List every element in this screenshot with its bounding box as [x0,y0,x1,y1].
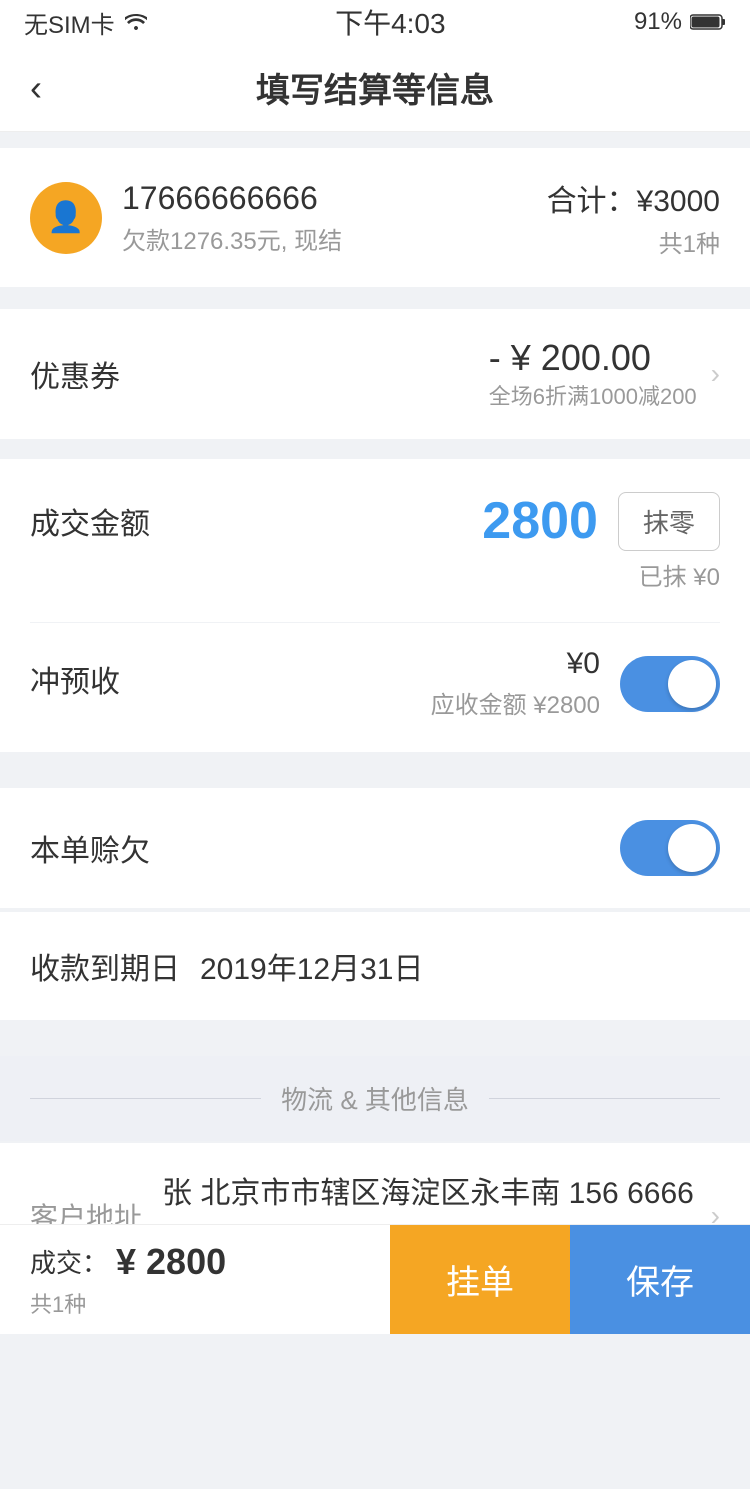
user-left: 👤 17666666666 欠款1276.35元, 现结 [30,180,342,256]
amount-row: 成交金额 2800 抹零 [30,491,720,551]
footer: 成交： ¥ 2800 共1种 挂单 保存 [0,1224,750,1334]
debt-toggle-circle [668,824,716,872]
user-section: 👤 17666666666 欠款1276.35元, 现结 合计：¥3000 共1… [0,148,750,287]
prepay-amount: ¥0 [431,647,600,681]
rounded-info: 已抹 ¥0 [30,557,720,592]
amount-value: 2800 [482,491,598,551]
page-title: 填写结算等信息 [256,63,494,112]
footer-amount-row: 成交： ¥ 2800 [30,1241,360,1283]
logistics-divider: 物流 & 其他信息 [0,1056,750,1141]
footer-count: 共1种 [30,1287,360,1319]
coupon-right: - ¥ 200.00 全场6折满1000减200 › [489,337,720,411]
divider-5 [0,1020,750,1040]
divider-1 [0,287,750,307]
debt-label: 本单赊欠 [30,826,150,870]
user-right: 合计：¥3000 共1种 [547,176,720,259]
nav-bar: ‹ 填写结算等信息 [0,44,750,132]
back-button[interactable]: ‹ [30,67,42,109]
due-date-section: 收款到期日 2019年12月31日 [0,912,750,1020]
divider-4 [0,908,750,910]
logistics-label: 物流 & 其他信息 [281,1080,469,1117]
prepay-row: 冲预收 ¥0 应收金额 ¥2800 [30,622,720,720]
user-info: 17666666666 欠款1276.35元, 现结 [122,180,342,256]
footer-info: 成交： ¥ 2800 共1种 [0,1225,390,1334]
prepay-values: ¥0 应收金额 ¥2800 [431,647,600,720]
total-count: 共1种 [547,224,720,259]
due-label: 收款到期日 [30,944,180,988]
divider-2 [0,439,750,459]
user-debt: 欠款1276.35元, 现结 [122,221,342,256]
coupon-label: 优惠券 [30,352,120,396]
amount-section: 成交金额 2800 抹零 已抹 ¥0 冲预收 ¥0 应收金额 ¥2800 [0,459,750,752]
divider-3 [0,752,750,772]
status-left: 无SIM卡 [24,5,147,40]
prepay-label: 冲预收 [30,647,120,701]
divider-line-left [30,1098,261,1099]
coupon-description: 全场6折满1000减200 [489,379,697,411]
round-button[interactable]: 抹零 [618,492,720,551]
coupon-section[interactable]: 优惠券 - ¥ 200.00 全场6折满1000减200 › [0,309,750,439]
footer-value: ¥ 2800 [116,1241,226,1283]
battery-icon [690,13,726,31]
divider-line-right [489,1098,720,1099]
status-bar: 无SIM卡 下午4:03 91% [0,0,750,44]
coupon-discount: - ¥ 200.00 [489,337,697,379]
due-row: 收款到期日 2019年12月31日 [30,944,720,988]
status-right: 91% [634,8,726,36]
debt-toggle[interactable] [620,820,720,876]
avatar: 👤 [30,182,102,254]
total-amount: 合计：¥3000 [547,176,720,220]
save-button[interactable]: 保存 [570,1225,750,1334]
status-time: 下午4:03 [335,2,446,42]
footer-label: 成交： [30,1243,108,1280]
due-date: 2019年12月31日 [200,944,423,988]
amount-right: 2800 抹零 [482,491,720,551]
prepay-sub: 应收金额 ¥2800 [431,685,600,720]
wifi-icon [125,14,147,30]
pending-button[interactable]: 挂单 [390,1225,570,1334]
user-phone: 17666666666 [122,180,342,217]
prepay-toggle[interactable] [620,656,720,712]
no-sim-text: 无SIM卡 [24,5,115,40]
amount-label: 成交金额 [30,499,150,543]
toggle-circle [668,660,716,708]
debt-section: 本单赊欠 [0,788,750,908]
battery-text: 91% [634,8,682,36]
chevron-right-icon: › [711,358,720,390]
prepay-right: ¥0 应收金额 ¥2800 [431,647,720,720]
